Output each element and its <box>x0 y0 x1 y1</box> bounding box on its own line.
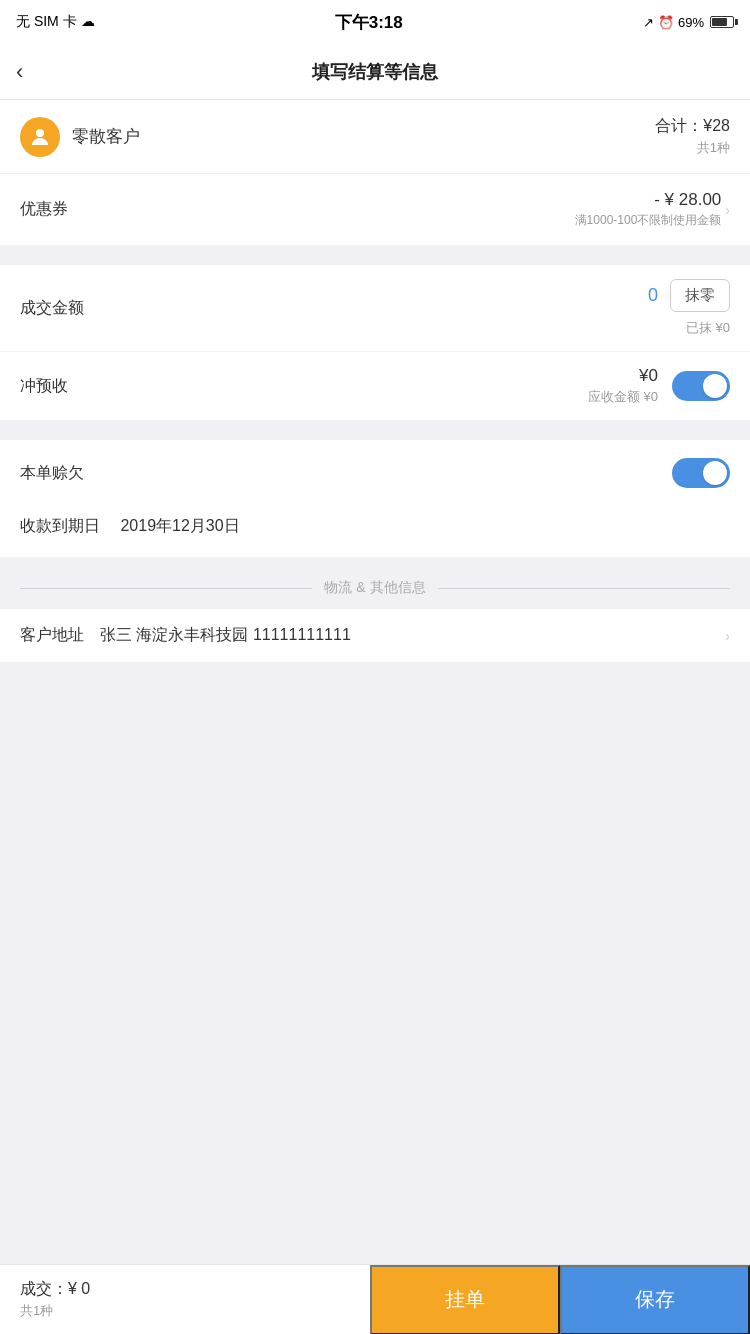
coupon-discount: - ¥ 28.00 <box>575 190 722 210</box>
sim-wifi-label: 无 SIM 卡 ☁ <box>16 13 95 31</box>
deal-amount-value[interactable]: 0 <box>648 285 658 306</box>
coupon-right: - ¥ 28.00 满1000-100不限制使用金额 › <box>575 190 730 229</box>
round-off-button[interactable]: 抹零 <box>670 279 730 312</box>
total-amount: 合计：¥28 <box>655 116 730 137</box>
address-chevron-icon: › <box>725 628 730 644</box>
debt-toggle-knob <box>703 461 727 485</box>
logistics-separator: 物流 & 其他信息 <box>0 567 750 609</box>
bottom-summary: 成交：¥ 0 共1种 <box>0 1279 370 1320</box>
deal-amount-note: 已抹 ¥0 <box>686 319 730 337</box>
empty-area <box>0 672 750 832</box>
bottom-bar: 成交：¥ 0 共1种 挂单 保存 <box>0 1264 750 1334</box>
customer-info-left: 零散客户 <box>20 117 140 157</box>
debt-toggle[interactable] <box>672 458 730 488</box>
prepay-row: 冲预收 ¥0 应收金额 ¥0 <box>0 352 750 420</box>
bottom-deal-amount: 成交：¥ 0 <box>20 1279 350 1300</box>
address-label: 客户地址 <box>20 625 84 646</box>
status-right: ↗ ⏰ 69% <box>643 15 734 30</box>
prepay-note: 应收金额 ¥0 <box>588 388 658 406</box>
bottom-count: 共1种 <box>20 1302 350 1320</box>
coupon-label: 优惠券 <box>20 199 68 220</box>
prepay-toggle-knob <box>703 374 727 398</box>
total-count: 共1种 <box>655 139 730 157</box>
alarm-icon: ⏰ <box>658 15 674 30</box>
due-date-row: 收款到期日 2019年12月30日 <box>0 506 750 557</box>
customer-section: 零散客户 合计：¥28 共1种 优惠券 - ¥ 28.00 满1000-100不… <box>0 100 750 245</box>
status-bar: 无 SIM 卡 ☁ 下午3:18 ↗ ⏰ 69% <box>0 0 750 44</box>
bottom-spacer <box>0 832 750 902</box>
battery-label: 69% <box>678 15 704 30</box>
save-button[interactable]: 保存 <box>560 1265 750 1335</box>
prepay-amount: ¥0 <box>588 366 658 386</box>
page-title: 填写结算等信息 <box>312 60 438 84</box>
coupon-desc: 满1000-100不限制使用金额 <box>575 212 722 229</box>
logistics-line-left <box>20 588 312 589</box>
nav-bar: ‹ 填写结算等信息 <box>0 44 750 100</box>
back-button[interactable]: ‹ <box>16 59 23 85</box>
location-icon: ↗ <box>643 15 654 30</box>
due-date-label: 收款到期日 <box>20 517 100 534</box>
prepay-toggle[interactable] <box>672 371 730 401</box>
battery-icon <box>710 16 734 28</box>
prepay-label: 冲预收 <box>20 376 68 397</box>
status-left: 无 SIM 卡 ☁ <box>16 13 95 31</box>
coupon-chevron-icon: › <box>725 202 730 218</box>
deal-amount-row: 成交金额 0 抹零 已抹 ¥0 <box>0 265 750 352</box>
address-row[interactable]: 客户地址 张三 海淀永丰科技园 11111111111 › <box>0 609 750 662</box>
debt-section: 本单赊欠 收款到期日 2019年12月30日 <box>0 440 750 557</box>
customer-name: 零散客户 <box>72 125 140 148</box>
address-section: 客户地址 张三 海淀永丰科技园 11111111111 › <box>0 609 750 662</box>
customer-row: 零散客户 合计：¥28 共1种 <box>0 100 750 173</box>
debt-row: 本单赊欠 <box>0 440 750 506</box>
status-time: 下午3:18 <box>335 11 403 34</box>
customer-total: 合计：¥28 共1种 <box>655 116 730 157</box>
deal-amount-label: 成交金额 <box>20 298 84 319</box>
debt-label: 本单赊欠 <box>20 463 84 484</box>
deal-amount-section: 成交金额 0 抹零 已抹 ¥0 冲预收 ¥0 应收金额 ¥0 <box>0 265 750 420</box>
divider-1 <box>0 255 750 265</box>
coupon-info: - ¥ 28.00 满1000-100不限制使用金额 <box>575 190 722 229</box>
address-value: 张三 海淀永丰科技园 11111111111 <box>100 625 725 646</box>
hold-button[interactable]: 挂单 <box>370 1265 560 1335</box>
logistics-line-right <box>438 588 730 589</box>
due-date-value: 2019年12月30日 <box>120 517 239 534</box>
coupon-row[interactable]: 优惠券 - ¥ 28.00 满1000-100不限制使用金额 › <box>0 173 750 245</box>
divider-2 <box>0 430 750 440</box>
avatar <box>20 117 60 157</box>
svg-point-0 <box>36 129 44 137</box>
logistics-text: 物流 & 其他信息 <box>312 579 437 597</box>
